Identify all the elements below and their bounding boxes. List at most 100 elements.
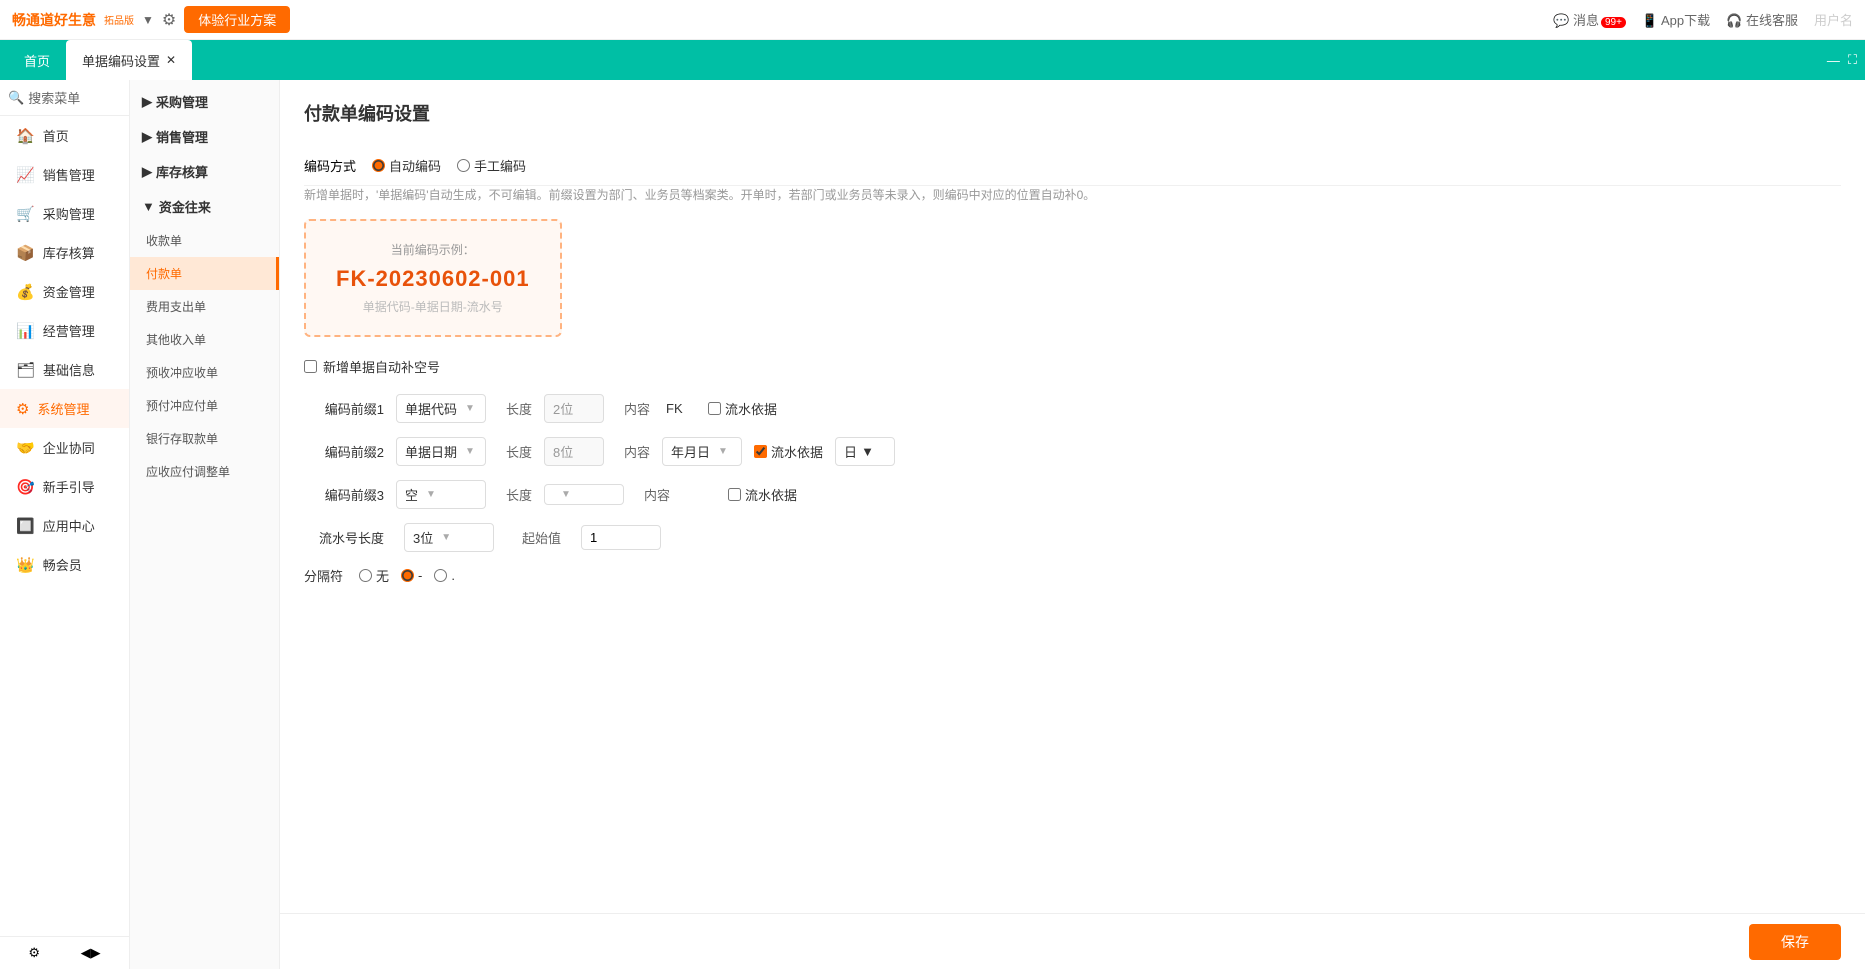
sidebar-item-inventory[interactable]: 📦 库存核算 — [0, 233, 129, 272]
start-value-label: 起始值 — [522, 528, 561, 547]
purchase-icon: 🛒 — [16, 205, 35, 223]
prefix-3-serial-checkbox[interactable]: 流水依据 — [728, 485, 797, 504]
sidebar-item-enterprise[interactable]: 🤝 企业协同 — [0, 428, 129, 467]
nav-search[interactable]: 🔍 搜索菜单 — [0, 80, 129, 116]
sec-nav-other-income[interactable]: 其他收入单 — [130, 323, 279, 356]
prefix-3-length-label: 长度 — [506, 485, 532, 504]
apps-icon: 🔲 — [16, 517, 35, 535]
prefix-3-select[interactable]: 空 ▼ — [396, 480, 486, 509]
auto-code-radio[interactable]: 自动编码 — [372, 156, 441, 175]
top-bar-right: 💬 消息99+ 📱 App下载 🎧 在线客服 用户名 — [1553, 10, 1853, 29]
sec-group-sales-title[interactable]: ▶ 销售管理 — [130, 119, 279, 154]
sec-group-capital-label: 资金往来 — [159, 197, 211, 216]
member-icon: 👑 — [16, 556, 35, 574]
prefix-2-value: 单据日期 — [405, 442, 457, 461]
prefix-3-length-select[interactable]: ▼ — [544, 484, 624, 505]
sec-nav-expense[interactable]: 费用支出单 — [130, 290, 279, 323]
auto-fill-row: 新增单据自动补空号 — [304, 357, 1841, 376]
manual-code-label: 手工编码 — [474, 156, 526, 175]
encoding-radio-group: 自动编码 手工编码 — [372, 156, 526, 175]
tab-close-icon[interactable]: ✕ — [166, 53, 176, 67]
tab-encoding-settings[interactable]: 单据编码设置 ✕ — [66, 40, 192, 80]
sidebar-item-guide[interactable]: 🎯 新手引导 — [0, 467, 129, 506]
separator-label: 分隔符 — [304, 566, 343, 585]
trial-button[interactable]: 体验行业方案 — [184, 6, 290, 33]
tab-maximize-icon[interactable]: ⛶ — [1848, 52, 1857, 68]
prefix-2-period-select[interactable]: 日 ▼ — [835, 437, 895, 466]
prefix-1-label: 编码前缀1 — [304, 399, 384, 418]
save-button[interactable]: 保存 — [1749, 924, 1841, 960]
sec-group-purchase-label: 采购管理 — [156, 92, 208, 111]
settings-icon[interactable]: ⚙ — [162, 10, 176, 30]
sec-nav-bank[interactable]: 银行存取款单 — [130, 422, 279, 455]
sec-group-purchase-title[interactable]: ▶ 采购管理 — [130, 84, 279, 119]
user-avatar: 用户名 — [1814, 10, 1853, 29]
sidebar-item-basic[interactable]: 🗂 基础信息 — [0, 350, 129, 389]
tab-bar-actions: — ⛶ — [1827, 52, 1857, 68]
dropdown-icon[interactable]: ▼ — [142, 13, 154, 27]
prefix-1-length-value: 2位 — [544, 394, 604, 423]
preview-box: 当前编码示例： FK-20230602-001 单据代码-单据日期-流水号 — [304, 219, 562, 337]
sec-group-capital-title[interactable]: ▼ 资金往来 — [130, 189, 279, 224]
sec-nav-receipt[interactable]: 收款单 — [130, 224, 279, 257]
separator-row: 分隔符 无 - . — [304, 566, 1841, 585]
sidebar-item-member[interactable]: 👑 畅会员 — [0, 545, 129, 584]
serial-length-label: 流水号长度 — [304, 528, 384, 547]
sep-none[interactable]: 无 — [359, 566, 389, 585]
prefix-2-serial-label: 流水依据 — [771, 442, 823, 461]
prefix-1-serial-checkbox[interactable]: 流水依据 — [708, 399, 777, 418]
sep-dash-label: - — [418, 568, 422, 583]
sidebar-item-system[interactable]: ⚙ 系统管理 — [0, 389, 129, 428]
sidebar-item-home[interactable]: 🏠 首页 — [0, 116, 129, 155]
sec-group-inventory-title[interactable]: ▶ 库存核算 — [130, 154, 279, 189]
app-download-link[interactable]: 📱 App下载 — [1642, 10, 1710, 29]
prefix-2-content-select[interactable]: 年月日 ▼ — [662, 437, 742, 466]
serial-length-select[interactable]: 3位 ▼ — [404, 523, 494, 552]
manual-code-radio[interactable]: 手工编码 — [457, 156, 526, 175]
prefix-2-serial-checkbox[interactable]: 流水依据 — [754, 442, 823, 461]
info-text: 新增单据时，'单据编码'自动生成，不可编辑。前缀设置为部门、业务员等档案类。开单… — [304, 186, 1841, 203]
tab-home[interactable]: 首页 — [8, 40, 66, 80]
sidebar-item-operation[interactable]: 📊 经营管理 — [0, 311, 129, 350]
sep-dash[interactable]: - — [401, 568, 422, 583]
sidebar-item-sales[interactable]: 📈 销售管理 — [0, 155, 129, 194]
prefix-2-period-arrow: ▼ — [861, 444, 874, 459]
nav-collapse-icon[interactable]: ◀▶ — [81, 945, 101, 961]
sep-dot[interactable]: . — [434, 568, 455, 583]
app-logo-sub: 拓品版 — [104, 12, 134, 27]
message-icon[interactable]: 💬 消息99+ — [1553, 10, 1626, 29]
enterprise-icon: 🤝 — [16, 439, 35, 457]
nav-settings-icon[interactable]: ⚙ — [28, 945, 40, 961]
search-icon: 🔍 — [8, 90, 24, 106]
serial-length-value: 3位 — [413, 528, 433, 547]
content-footer: 保存 — [280, 913, 1865, 969]
prefix-row-1: 编码前缀1 单据代码 ▼ 长度 2位 内容 FK 流水依据 — [304, 394, 1841, 423]
prefix-1-select[interactable]: 单据代码 ▼ — [396, 394, 486, 423]
prefix-2-length-value: 8位 — [544, 437, 604, 466]
sidebar-item-guide-label: 新手引导 — [43, 477, 95, 496]
finance-icon: 💰 — [16, 283, 35, 301]
encoding-method-row: 编码方式 自动编码 手工编码 — [304, 146, 1841, 186]
sec-nav-payment[interactable]: 付款单 — [130, 257, 279, 290]
auto-fill-checkbox[interactable] — [304, 360, 317, 373]
prefix-row-2: 编码前缀2 单据日期 ▼ 长度 8位 内容 年月日 ▼ 流水依据 日 ▼ — [304, 437, 1841, 466]
prefix-2-period-value: 日 — [844, 442, 857, 461]
tab-encoding-label: 单据编码设置 — [82, 51, 160, 70]
prefix-3-arrow: ▼ — [426, 489, 436, 500]
online-service-link[interactable]: 🎧 在线客服 — [1726, 10, 1798, 29]
tab-minimize-icon[interactable]: — — [1827, 53, 1840, 68]
sec-nav-adjustment[interactable]: 应收应付调整单 — [130, 455, 279, 488]
left-nav: 🔍 搜索菜单 🏠 首页 📈 销售管理 🛒 采购管理 📦 库存核算 💰 资金管理 … — [0, 80, 130, 969]
prefix-2-arrow: ▼ — [465, 446, 475, 457]
sec-nav-prepay-receivable[interactable]: 预收冲应收单 — [130, 356, 279, 389]
top-bar: 畅通道好生意 拓品版 ▼ ⚙ 体验行业方案 💬 消息99+ 📱 App下载 🎧 … — [0, 0, 1865, 40]
sidebar-item-finance[interactable]: 💰 资金管理 — [0, 272, 129, 311]
start-value-input[interactable] — [581, 525, 661, 550]
sec-group-inventory-label: 库存核算 — [156, 162, 208, 181]
sidebar-item-apps[interactable]: 🔲 应用中心 — [0, 506, 129, 545]
prefix-2-select[interactable]: 单据日期 ▼ — [396, 437, 486, 466]
sidebar-item-purchase[interactable]: 🛒 采购管理 — [0, 194, 129, 233]
sidebar-item-inventory-label: 库存核算 — [43, 243, 95, 262]
prefix-row-3: 编码前缀3 空 ▼ 长度 ▼ 内容 流水依据 — [304, 480, 1841, 509]
sec-nav-prepay-payable[interactable]: 预付冲应付单 — [130, 389, 279, 422]
